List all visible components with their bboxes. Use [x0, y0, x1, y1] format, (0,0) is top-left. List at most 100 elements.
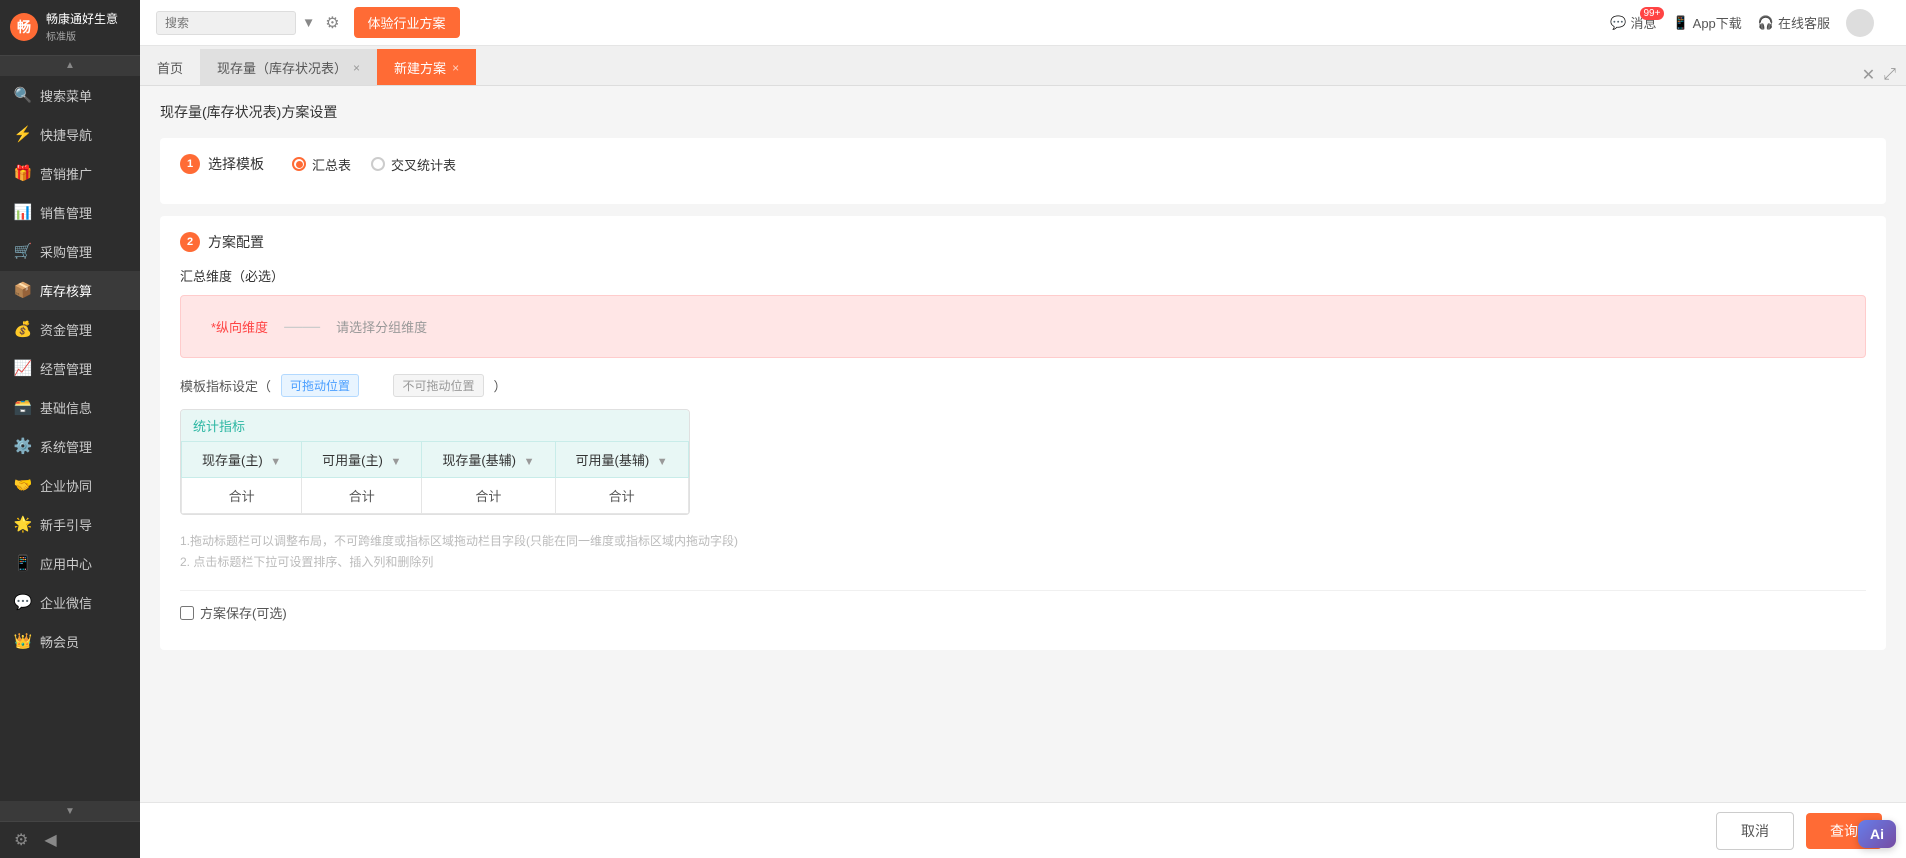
settings-icon[interactable]: ⚙ — [14, 830, 28, 850]
step2-badge: 2 — [180, 232, 200, 252]
tab-new-scheme-close[interactable]: × — [452, 62, 459, 74]
trial-button[interactable]: 体验行业方案 — [354, 7, 460, 38]
sidebar-item-search-menu[interactable]: 🔍搜索菜单 — [0, 76, 140, 115]
tab-new-scheme[interactable]: 新建方案 × — [377, 49, 476, 85]
tip2: 2. 点击标题栏下拉可设置排序、插入列和删除列 — [180, 553, 1866, 570]
dimension-box[interactable]: *纵向维度 —— 请选择分组维度 — [180, 295, 1866, 358]
sidebar-label-cooperation: 企业协同 — [40, 476, 92, 495]
dimension-required-label: *纵向维度 — [211, 317, 268, 336]
stats-section: 统计指标 现存量(主) ▼ 可用量(主) ▼ 现存量(基辅) ▼ 可用量(基辅)… — [180, 409, 1866, 518]
collapse-icon[interactable]: ◀ — [44, 830, 56, 850]
newbie-icon: 🌟 — [14, 515, 32, 533]
sidebar-item-wechat[interactable]: 💬 企业微信 — [0, 583, 140, 622]
tab-new-scheme-label: 新建方案 — [394, 58, 446, 77]
topbar: ▼ ⚙ 体验行业方案 💬 消息 99+ 📱 App下载 🎧 在线客服 — [140, 0, 1906, 46]
save-checkbox[interactable] — [180, 606, 194, 620]
draggable-badge: 可拖动位置 — [281, 374, 359, 397]
logo-icon: 畅 — [10, 13, 38, 41]
dimension-label: 汇总维度（必选） — [180, 266, 1866, 285]
app-logo: 畅 畅康通好生意 标准版 — [0, 0, 140, 56]
radio-cross-circle — [371, 157, 385, 171]
sidebar-item-quick-nav[interactable]: ⚡快捷导航 — [0, 115, 140, 154]
sidebar-label-members: 畅会员 — [40, 632, 79, 651]
indicator-settings-close-paren: ） — [494, 376, 507, 395]
radio-summary[interactable]: 汇总表 — [292, 155, 351, 174]
operations-icon: 📈 — [14, 359, 32, 377]
dimension-arrow: —— — [284, 316, 320, 337]
sidebar-item-apps[interactable]: 📱应用中心 — [0, 544, 140, 583]
stats-table-wrapper: 统计指标 现存量(主) ▼ 可用量(主) ▼ 现存量(基辅) ▼ 可用量(基辅)… — [180, 409, 690, 515]
sidebar-item-basic-info[interactable]: 🗃️基础信息 — [0, 388, 140, 427]
step2-header: 2 方案配置 — [180, 232, 1866, 252]
radio-summary-label: 汇总表 — [312, 155, 351, 174]
page-title: 现存量(库存状况表)方案设置 — [160, 102, 1886, 122]
sidebar-label-newbie: 新手引导 — [40, 515, 92, 534]
radio-cross-label: 交叉统计表 — [391, 155, 456, 174]
tab-inventory-close[interactable]: × — [353, 62, 360, 74]
sidebar-item-operations[interactable]: 📈经营管理 — [0, 349, 140, 388]
online-service-button[interactable]: 🎧 在线客服 — [1758, 13, 1830, 32]
save-option-row: 方案保存(可选) — [180, 590, 1866, 634]
sidebar-label-search-menu: 搜索菜单 — [40, 86, 92, 105]
tabs-bar: 首页 现存量（库存状况表） × 新建方案 × ✕ ⤢ — [140, 46, 1906, 86]
sidebar-item-purchase[interactable]: 🛒 采购管理 — [0, 232, 140, 271]
app-download-icon: 📱 — [1672, 15, 1688, 31]
step1-section: 1 选择模板 汇总表 交叉统计表 — [160, 138, 1886, 204]
step2-title: 方案配置 — [208, 232, 264, 252]
wechat-icon: 💬 — [14, 593, 32, 611]
sidebar-label-purchase: 采购管理 — [40, 242, 92, 261]
stats-table-header-row: 现存量(主) ▼ 可用量(主) ▼ 现存量(基辅) ▼ 可用量(基辅) ▼ — [182, 442, 689, 478]
tab-close-all-icon[interactable]: ✕ — [1862, 65, 1875, 85]
tab-expand-icon[interactable]: ⤢ — [1883, 66, 1896, 84]
search-input[interactable] — [156, 11, 296, 35]
cell-1-4: 合计 — [555, 478, 688, 514]
tab-home-label: 首页 — [157, 58, 183, 77]
sales-icon: 📊 — [14, 203, 32, 221]
sidebar-label-apps: 应用中心 — [40, 554, 92, 573]
ai-badge[interactable]: Ai — [1858, 820, 1896, 848]
sidebar-item-marketing[interactable]: 🎁营销推广 — [0, 154, 140, 193]
col-header-1[interactable]: 现存量(主) ▼ — [182, 442, 302, 478]
sidebar-item-newbie[interactable]: 🌟 新手引导 — [0, 505, 140, 544]
sidebar-scroll-up[interactable]: ▲ — [0, 56, 140, 76]
cooperation-icon: 🤝 — [14, 476, 32, 494]
tab-home[interactable]: 首页 — [140, 49, 200, 85]
tab-inventory[interactable]: 现存量（库存状况表） × — [200, 49, 377, 85]
tip1: 1.拖动标题栏可以调整布局，不可跨维度或指标区域拖动栏目字段(只能在同一维度或指… — [180, 532, 1866, 549]
col-header-4[interactable]: 可用量(基辅) ▼ — [555, 442, 688, 478]
topbar-search: ▼ — [156, 11, 315, 35]
radio-cross[interactable]: 交叉统计表 — [371, 155, 456, 174]
sidebar-item-system[interactable]: ⚙️系统管理 — [0, 427, 140, 466]
stats-table-body-row: 合计 合计 合计 合计 — [182, 478, 689, 514]
purchase-icon: 🛒 — [14, 242, 32, 260]
cancel-button[interactable]: 取消 — [1716, 812, 1794, 850]
search-button[interactable]: ▼ — [302, 15, 315, 30]
messages-button[interactable]: 💬 消息 99+ — [1610, 13, 1656, 32]
sidebar-label-wechat: 企业微信 — [40, 593, 92, 612]
service-icon: 🎧 — [1758, 15, 1774, 31]
sidebar-scroll-down[interactable]: ▼ — [0, 801, 140, 821]
content-area: 现存量(库存状况表)方案设置 1 选择模板 汇总表 交叉统计表 — [140, 86, 1906, 802]
sidebar-nav: 🔍搜索菜单⚡快捷导航🎁营销推广📊销售管理 🛒 采购管理 📦库存核算💰资金管理📈经营管理… — [0, 76, 140, 801]
sidebar-item-cooperation[interactable]: 🤝 企业协同 — [0, 466, 140, 505]
message-icon: 💬 — [1610, 15, 1626, 31]
avatar[interactable] — [1846, 9, 1874, 37]
cell-1-1: 合计 — [182, 478, 302, 514]
sidebar-item-finance[interactable]: 💰资金管理 — [0, 310, 140, 349]
logo-text: 畅康通好生意 标准版 — [46, 12, 118, 43]
save-option: 方案保存(可选) — [180, 603, 1866, 622]
cell-1-2: 合计 — [302, 478, 422, 514]
cell-1-3: 合计 — [422, 478, 555, 514]
quick-nav-icon: ⚡ — [14, 125, 32, 143]
sidebar-item-sales[interactable]: 📊销售管理 — [0, 193, 140, 232]
col-header-3[interactable]: 现存量(基辅) ▼ — [422, 442, 555, 478]
sidebar-bottom: ⚙ ◀ — [0, 821, 140, 858]
gear-icon[interactable]: ⚙ — [325, 13, 339, 33]
app-download-button[interactable]: 📱 App下载 — [1672, 13, 1741, 32]
members-icon: 👑 — [14, 632, 32, 650]
col-header-2[interactable]: 可用量(主) ▼ — [302, 442, 422, 478]
sidebar-item-inventory[interactable]: 📦库存核算 — [0, 271, 140, 310]
marketing-icon: 🎁 — [14, 164, 32, 182]
sidebar-item-members[interactable]: 👑 畅会员 — [0, 622, 140, 661]
radio-summary-circle — [292, 157, 306, 171]
